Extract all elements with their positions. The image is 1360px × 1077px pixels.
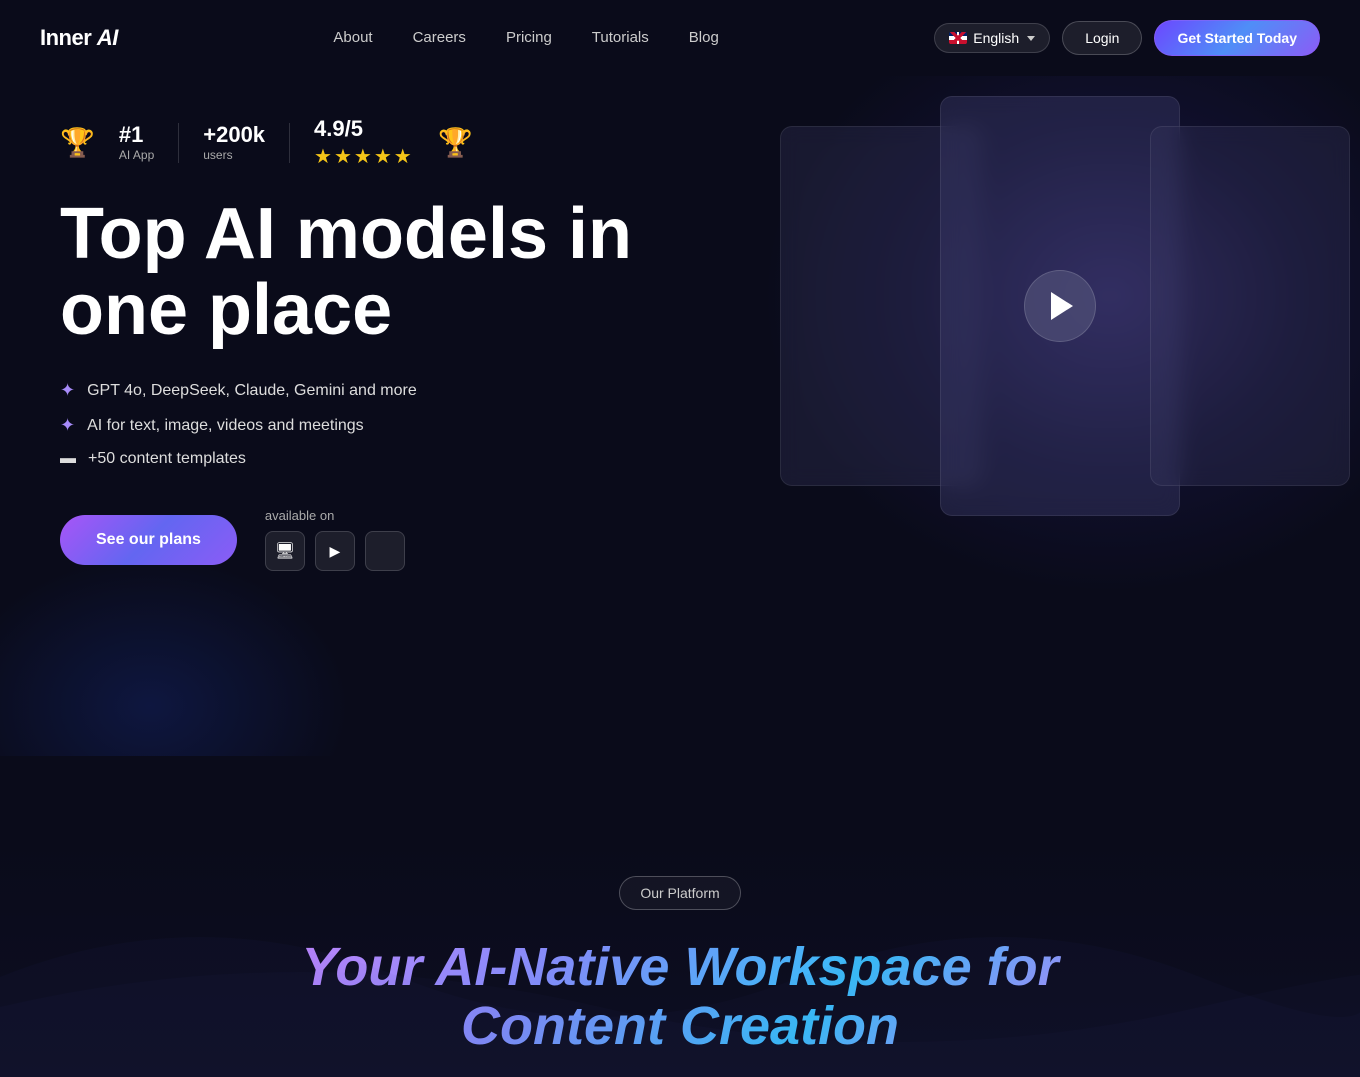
logo[interactable]: Inner AI: [40, 25, 118, 51]
play-triangle-icon: [1051, 292, 1073, 320]
available-on: available on 🖥 ▶: [265, 508, 405, 571]
badge-users: +200k users: [203, 123, 265, 161]
nav-right: English Login Get Started Today: [934, 20, 1320, 56]
flag-icon: [949, 32, 967, 44]
video-panel-right: [1150, 126, 1350, 486]
hero-section: 🏆 #1 AI App +200k users 4.9/5 ★★★★★ 🏆 To…: [0, 76, 1360, 756]
rank-number: #1: [119, 123, 154, 147]
nav-about[interactable]: About: [333, 29, 372, 46]
badge-divider-1: [178, 123, 179, 163]
bottom-section: Our Platform Your AI-Native Workspace fo…: [0, 836, 1360, 1077]
chevron-down-icon: [1027, 36, 1035, 41]
stars-icon: ★★★★★: [314, 144, 414, 169]
hero-title: Top AI models in one place: [60, 197, 700, 348]
template-icon: ▬: [60, 450, 76, 468]
android-platform-button[interactable]: ▶: [315, 531, 355, 571]
badge-rating: 4.9/5 ★★★★★: [314, 116, 414, 169]
login-button[interactable]: Login: [1062, 21, 1142, 55]
wave-background: [0, 877, 1360, 1077]
nav-pricing[interactable]: Pricing: [506, 29, 552, 46]
available-label: available on: [265, 508, 405, 523]
play-button[interactable]: [1024, 270, 1096, 342]
nav-links: About Careers Pricing Tutorials Blog: [333, 29, 718, 47]
navigation: Inner AI About Careers Pricing Tutorials…: [0, 0, 1360, 76]
laurel-left-icon: 🏆: [60, 126, 95, 159]
language-label: English: [973, 30, 1019, 46]
rank-label: AI App: [119, 148, 154, 162]
badge-divider-2: [289, 123, 290, 163]
language-selector[interactable]: English: [934, 23, 1050, 53]
get-started-button[interactable]: Get Started Today: [1154, 20, 1320, 56]
nav-blog[interactable]: Blog: [689, 29, 719, 46]
sparkle-icon-1: ✦: [60, 380, 75, 401]
rating-number: 4.9/5: [314, 116, 414, 142]
feature-text-2: AI for text, image, videos and meetings: [87, 417, 364, 435]
apple-platform-button[interactable]: [365, 531, 405, 571]
badge-rank: #1 AI App: [119, 123, 154, 161]
video-area: [780, 96, 1360, 576]
web-platform-button[interactable]: 🖥: [265, 531, 305, 571]
laurel-right-icon: 🏆: [438, 126, 473, 159]
users-label: users: [203, 148, 265, 162]
play-store-icon: ▶: [330, 543, 341, 560]
feature-text-1: GPT 4o, DeepSeek, Claude, Gemini and mor…: [87, 382, 417, 400]
nav-tutorials[interactable]: Tutorials: [592, 29, 649, 46]
sparkle-icon-2: ✦: [60, 415, 75, 436]
video-panels: [780, 96, 1360, 576]
web-icon: 🖥: [275, 541, 295, 561]
feature-text-3: +50 content templates: [88, 450, 246, 468]
users-number: +200k: [203, 123, 265, 147]
see-plans-button[interactable]: See our plans: [60, 515, 237, 565]
platform-icons: 🖥 ▶: [265, 531, 405, 571]
video-panel-center[interactable]: [940, 96, 1180, 516]
nav-careers[interactable]: Careers: [413, 29, 466, 46]
